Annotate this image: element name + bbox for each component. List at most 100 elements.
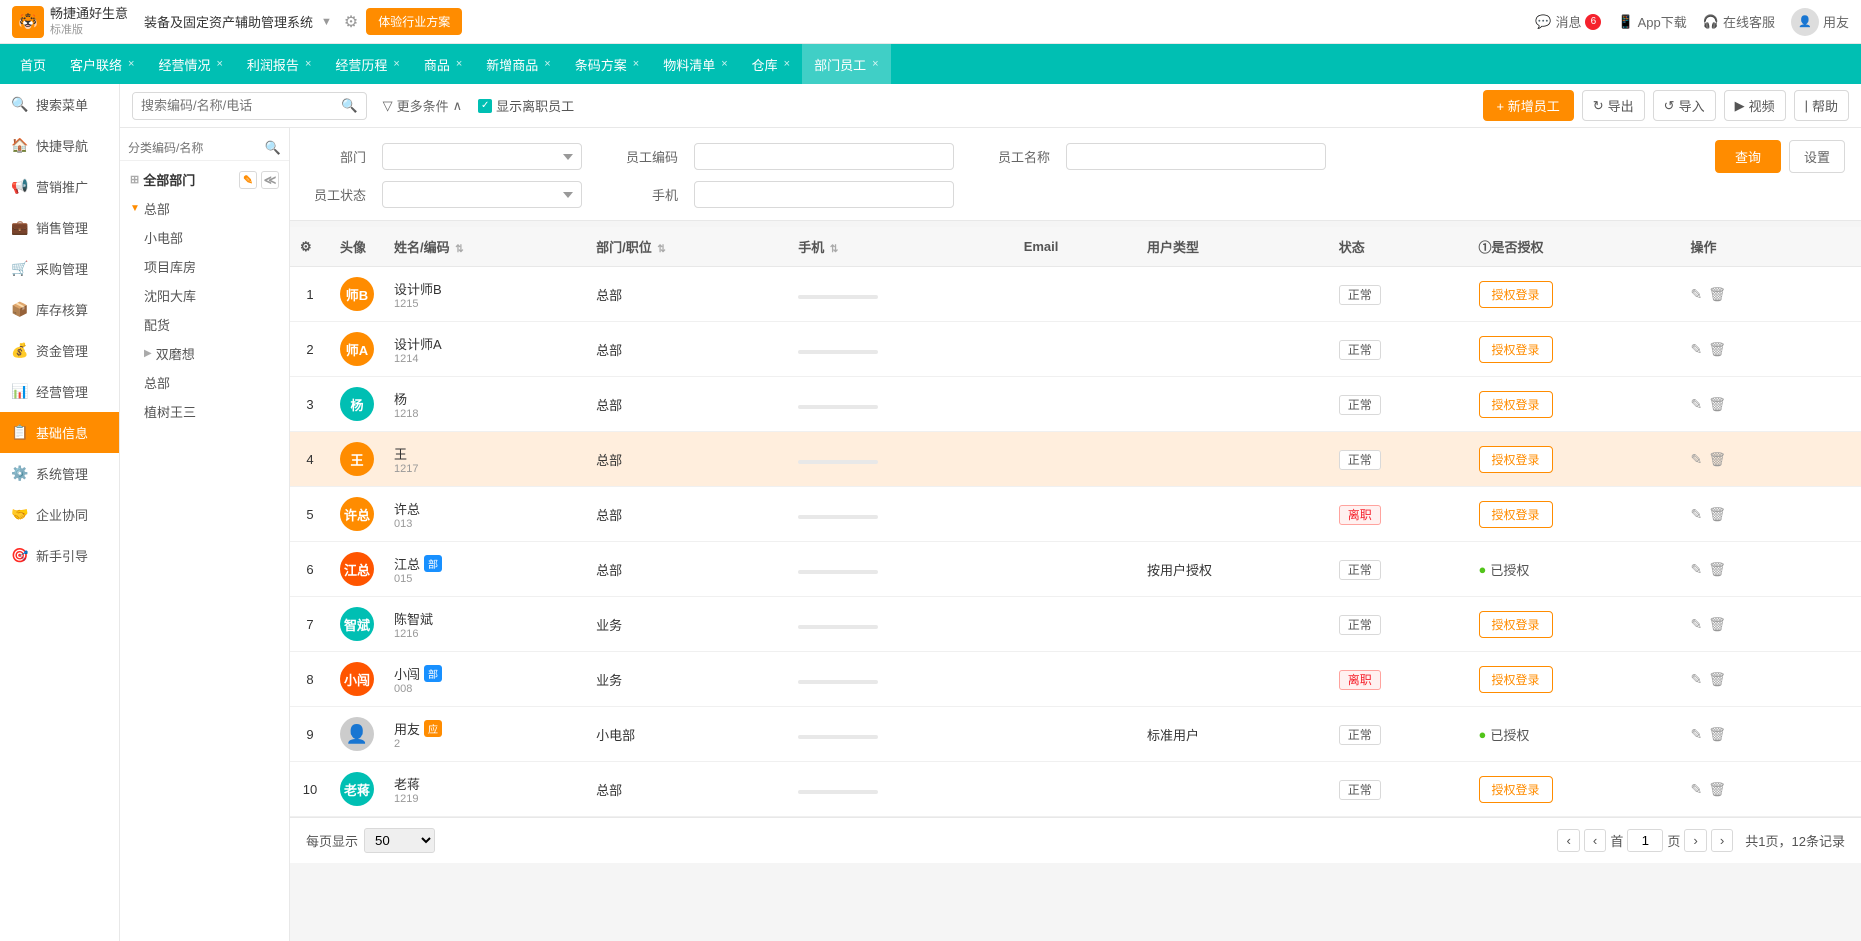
auth-button[interactable]: 授权登录 [1479,776,1553,803]
dept-search-icon[interactable]: 🔍 [265,140,281,156]
next-page-btn[interactable]: › [1711,829,1733,852]
sidebar-item-collab[interactable]: 🤝 企业协同 [0,494,119,535]
system-dropdown-arrow[interactable]: ▼ [321,16,332,28]
edit-icon[interactable]: ✎ [1691,396,1703,412]
close-icon[interactable]: × [544,58,550,70]
tab-home[interactable]: 首页 [8,44,58,84]
prev-arrow-btn[interactable]: ‹ [1584,829,1606,852]
auth-button[interactable]: 授权登录 [1479,501,1553,528]
tab-barcode[interactable]: 条码方案 × [563,44,651,84]
sidebar-item-marketing[interactable]: 📢 营销推广 [0,166,119,207]
tab-dept-employee[interactable]: 部门员工 × [802,44,890,84]
dept-node-general[interactable]: ▼ 总部 [120,194,289,223]
sidebar-item-finance[interactable]: 💰 资金管理 [0,330,119,371]
dept-node-zongbu[interactable]: 总部 [120,368,289,397]
auth-button[interactable]: 授权登录 [1479,446,1553,473]
tab-operation[interactable]: 经营情况 × [146,44,234,84]
next-arrow-btn[interactable]: › [1684,829,1706,852]
dept-node-zhishu[interactable]: 植树王三 [120,397,289,426]
emp-name-input[interactable] [1066,143,1326,170]
set-button[interactable]: 设置 [1789,140,1845,173]
delete-icon[interactable]: 🗑 [1708,671,1726,687]
sidebar-item-sales[interactable]: 💼 销售管理 [0,207,119,248]
emp-code-input[interactable] [694,143,954,170]
tab-warehouse[interactable]: 仓库 × [740,44,802,84]
close-icon[interactable]: × [633,58,639,70]
auth-button[interactable]: 授权登录 [1479,336,1553,363]
sidebar-item-system[interactable]: ⚙️ 系统管理 [0,453,119,494]
import-button[interactable]: ↺ 导入 [1653,90,1716,121]
sidebar-item-nav[interactable]: 🏠 快捷导航 [0,125,119,166]
phone-input[interactable] [694,181,954,208]
export-button[interactable]: ↻ 导出 [1582,90,1645,121]
add-employee-button[interactable]: + 新增员工 [1483,90,1574,121]
tab-goods[interactable]: 商品 × [412,44,474,84]
delete-icon[interactable]: 🗑 [1708,781,1726,797]
delete-icon[interactable]: 🗑 [1708,506,1726,522]
close-icon[interactable]: × [456,58,462,70]
prev-page-btn[interactable]: ‹ [1557,829,1579,852]
sidebar-item-guide[interactable]: 🎯 新手引导 [0,535,119,576]
close-icon[interactable]: × [128,58,134,70]
delete-icon[interactable]: 🗑 [1708,616,1726,632]
edit-icon[interactable]: ✎ [1691,781,1703,797]
tab-process[interactable]: 经营历程 × [323,44,411,84]
dept-node-peihuo[interactable]: 配货 [120,310,289,339]
edit-icon[interactable]: ✎ [1691,616,1703,632]
dept-node-xiaodian[interactable]: 小电部 [120,223,289,252]
close-icon[interactable]: × [784,58,790,70]
sidebar-item-mgmt[interactable]: 📊 经营管理 [0,371,119,412]
dept-filter-select[interactable] [382,143,582,170]
per-page-select[interactable]: 50 100 [364,828,435,853]
settings-icon[interactable]: ⚙ [344,12,358,32]
edit-icon[interactable]: ✎ [1691,671,1703,687]
more-conditions-btn[interactable]: ▽ 更多条件 ∧ [375,91,471,120]
dept-search-input[interactable] [128,141,265,155]
delete-icon[interactable]: 🗑 [1708,451,1726,467]
help-button[interactable]: | 帮助 [1794,90,1849,121]
emp-status-select[interactable] [382,181,582,208]
query-button[interactable]: 查询 [1715,140,1781,173]
app-download-action[interactable]: 📱 App下载 [1617,12,1686,31]
dept-edit-icon[interactable]: ✎ [239,171,257,189]
online-service-action[interactable]: 🎧 在线客服 [1703,12,1775,31]
close-icon[interactable]: × [872,58,878,70]
auth-button[interactable]: 授权登录 [1479,611,1553,638]
show-resigned-toggle[interactable]: ✓ 显示离职员工 [478,96,574,115]
tab-customer[interactable]: 客户联络 × [58,44,146,84]
edit-icon[interactable]: ✎ [1691,341,1703,357]
dept-node-shenyang[interactable]: 沈阳大库 [120,281,289,310]
auth-button[interactable]: 授权登录 [1479,666,1553,693]
auth-button[interactable]: 授权登录 [1479,391,1553,418]
page-input[interactable] [1627,829,1663,852]
close-icon[interactable]: × [216,58,222,70]
dept-node-project[interactable]: 项目库房 [120,252,289,281]
delete-icon[interactable]: 🗑 [1708,726,1726,742]
search-input[interactable] [133,93,333,118]
edit-icon[interactable]: ✎ [1691,286,1703,302]
delete-icon[interactable]: 🗑 [1708,396,1726,412]
close-icon[interactable]: × [721,58,727,70]
edit-icon[interactable]: ✎ [1691,506,1703,522]
trial-button[interactable]: 体验行业方案 [366,8,462,35]
edit-icon[interactable]: ✎ [1691,561,1703,577]
user-action[interactable]: 👤 用友 [1791,8,1849,36]
tab-add-goods[interactable]: 新增商品 × [474,44,562,84]
edit-icon[interactable]: ✎ [1691,726,1703,742]
close-icon[interactable]: × [393,58,399,70]
close-icon[interactable]: × [305,58,311,70]
notify-action[interactable]: 💬 消息 6 [1535,12,1601,31]
dept-node-shuangmo[interactable]: ▶ 双磨想 [120,339,289,368]
edit-icon[interactable]: ✎ [1691,451,1703,467]
sidebar-item-search[interactable]: 🔍 搜索菜单 [0,84,119,125]
dept-collapse-icon[interactable]: ≪ [261,171,279,189]
sidebar-item-base[interactable]: 📋 基础信息 [0,412,119,453]
tab-profit[interactable]: 利润报告 × [235,44,323,84]
sidebar-item-purchase[interactable]: 🛒 采购管理 [0,248,119,289]
delete-icon[interactable]: 🗑 [1708,561,1726,577]
delete-icon[interactable]: 🗑 [1708,286,1726,302]
search-button[interactable]: 🔍 [333,93,366,119]
auth-button[interactable]: 授权登录 [1479,281,1553,308]
views-button[interactable]: ▶ 视频 [1724,90,1786,121]
delete-icon[interactable]: 🗑 [1708,341,1726,357]
